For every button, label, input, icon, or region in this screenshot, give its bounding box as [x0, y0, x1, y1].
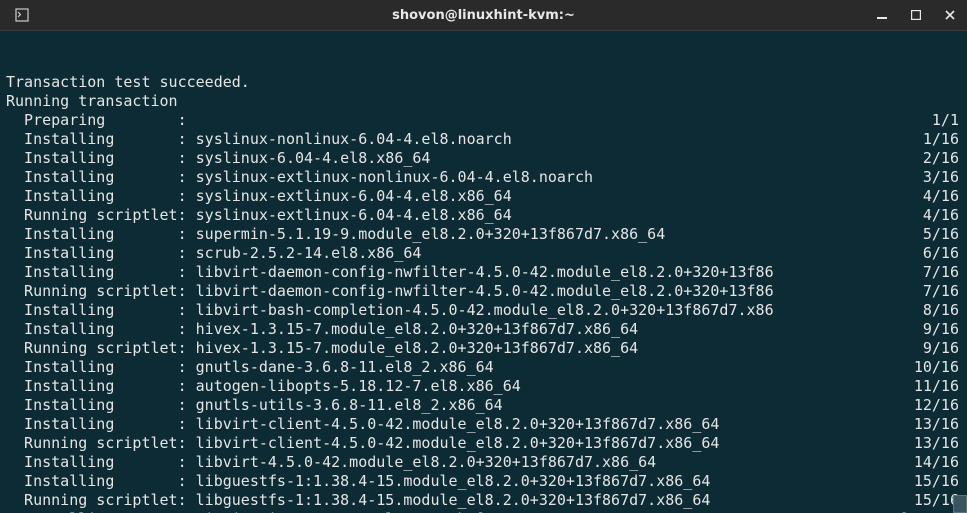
terminal-text: Installing : libvirt-client-4.5.0-42.mod…: [6, 415, 719, 434]
minimize-icon: [877, 10, 887, 20]
terminal-text: Installing : syslinux-6.04-4.el8.x86_64: [6, 149, 430, 168]
window-controls: [865, 0, 967, 30]
progress-counter: 4/16: [923, 206, 961, 225]
progress-counter: 1/1: [932, 111, 961, 130]
terminal-text: Installing : gnutls-utils-3.6.8-11.el8_2…: [6, 396, 503, 415]
terminal-line: Installing : libvirt-daemon-config-nwfil…: [6, 263, 961, 282]
terminal-line: Installing : gnutls-utils-3.6.8-11.el8_2…: [6, 396, 961, 415]
terminal-text: Installing : syslinux-extlinux-nonlinux-…: [6, 168, 593, 187]
terminal-line: Running scriptlet: hivex-1.3.15-7.module…: [6, 339, 961, 358]
terminal-text: Installing : libguestfs-1:1.38.4-15.modu…: [6, 472, 710, 491]
minimize-button[interactable]: [865, 0, 899, 30]
terminal-text: Transaction test succeeded.: [6, 73, 250, 92]
terminal-text: Running scriptlet: libguestfs-1:1.38.4-1…: [6, 491, 710, 510]
terminal-line: Running scriptlet: syslinux-extlinux-6.0…: [6, 206, 961, 225]
progress-counter: 9/16: [923, 339, 961, 358]
window-titlebar: shovon@linuxhint-kvm:~: [0, 0, 967, 30]
terminal-text: Installing : scrub-2.5.2-14.el8.x86_64: [6, 244, 421, 263]
terminal-text: Installing : hivex-1.3.15-7.module_el8.2…: [6, 320, 638, 339]
terminal-text: Running scriptlet: syslinux-extlinux-6.0…: [6, 206, 512, 225]
terminal-text: Installing : libvirt-bash-completion-4.5…: [6, 301, 774, 320]
progress-counter: 14/16: [914, 453, 961, 472]
terminal-line: Preparing : 1/1: [6, 111, 961, 130]
terminal-text: Installing : gnutls-dane-3.6.8-11.el8_2.…: [6, 358, 494, 377]
vertical-scrollbar[interactable]: [953, 495, 967, 513]
terminal-text: Running scriptlet: libvirt-daemon-config…: [6, 282, 774, 301]
terminal-text: Installing : supermin-5.1.19-9.module_el…: [6, 225, 665, 244]
terminal-line: Installing : libvirt-4.5.0-42.module_el8…: [6, 453, 961, 472]
terminal-text: Installing : syslinux-nonlinux-6.04-4.el…: [6, 130, 512, 149]
terminal-line: Running scriptlet: libguestfs-1:1.38.4-1…: [6, 491, 961, 510]
terminal-icon: [15, 8, 29, 22]
progress-counter: 6/16: [923, 244, 961, 263]
progress-counter: 7/16: [923, 263, 961, 282]
terminal-text: Running scriptlet: libvirt-client-4.5.0-…: [6, 434, 719, 453]
progress-counter: 1/16: [923, 130, 961, 149]
progress-counter: 11/16: [914, 377, 961, 396]
terminal-line: Installing : scrub-2.5.2-14.el8.x86_64 6/…: [6, 244, 961, 263]
progress-counter: 7/16: [923, 282, 961, 301]
terminal-line: Installing : libvirt-bash-completion-4.5…: [6, 301, 961, 320]
progress-counter: 13/16: [914, 415, 961, 434]
terminal-line: Installing : syslinux-6.04-4.el8.x86_64 2…: [6, 149, 961, 168]
terminal-line: Installing : hivex-1.3.15-7.module_el8.2…: [6, 320, 961, 339]
progress-counter: 5/16: [923, 225, 961, 244]
app-menu-button[interactable]: [8, 0, 36, 30]
progress-counter: 4/16: [923, 187, 961, 206]
terminal-line: Running transaction: [6, 92, 961, 111]
terminal-text: Running scriptlet: hivex-1.3.15-7.module…: [6, 339, 638, 358]
close-icon: [945, 10, 955, 20]
terminal-text: Installing : libvirt-4.5.0-42.module_el8…: [6, 453, 656, 472]
terminal-text: Installing : autogen-libopts-5.18.12-7.e…: [6, 377, 521, 396]
terminal-line: Transaction test succeeded.: [6, 73, 961, 92]
close-button[interactable]: [933, 0, 967, 30]
terminal-line: Running scriptlet: libvirt-daemon-config…: [6, 282, 961, 301]
terminal-line: Installing : syslinux-nonlinux-6.04-4.el…: [6, 130, 961, 149]
terminal-line: Installing : syslinux-extlinux-6.04-4.el…: [6, 187, 961, 206]
terminal-line: Installing : libguestfs-1:1.38.4-15.modu…: [6, 472, 961, 491]
maximize-button[interactable]: [899, 0, 933, 30]
terminal-line: Running scriptlet: libvirt-client-4.5.0-…: [6, 434, 961, 453]
terminal-text: Installing : libvirt-daemon-config-nwfil…: [6, 263, 774, 282]
progress-counter: 12/16: [914, 396, 961, 415]
progress-counter: 9/16: [923, 320, 961, 339]
window-title: shovon@linuxhint-kvm:~: [392, 8, 575, 23]
terminal-output[interactable]: Transaction test succeeded.Running trans…: [0, 30, 967, 513]
terminal-line: Installing : syslinux-extlinux-nonlinux-…: [6, 168, 961, 187]
terminal-line: Installing : libvirt-client-4.5.0-42.mod…: [6, 415, 961, 434]
progress-counter: 8/16: [923, 301, 961, 320]
progress-counter: 10/16: [914, 358, 961, 377]
progress-counter: 2/16: [923, 149, 961, 168]
terminal-line: Installing : supermin-5.1.19-9.module_el…: [6, 225, 961, 244]
terminal-line: Installing : gnutls-dane-3.6.8-11.el8_2.…: [6, 358, 961, 377]
progress-counter: 15/16: [914, 472, 961, 491]
terminal-text: Installing : syslinux-extlinux-6.04-4.el…: [6, 187, 512, 206]
terminal-text: Running transaction: [6, 92, 178, 111]
terminal-line: Installing : autogen-libopts-5.18.12-7.e…: [6, 377, 961, 396]
progress-counter: 13/16: [914, 434, 961, 453]
progress-counter: 3/16: [923, 168, 961, 187]
terminal-text: Preparing :: [6, 111, 196, 130]
maximize-icon: [911, 10, 921, 20]
